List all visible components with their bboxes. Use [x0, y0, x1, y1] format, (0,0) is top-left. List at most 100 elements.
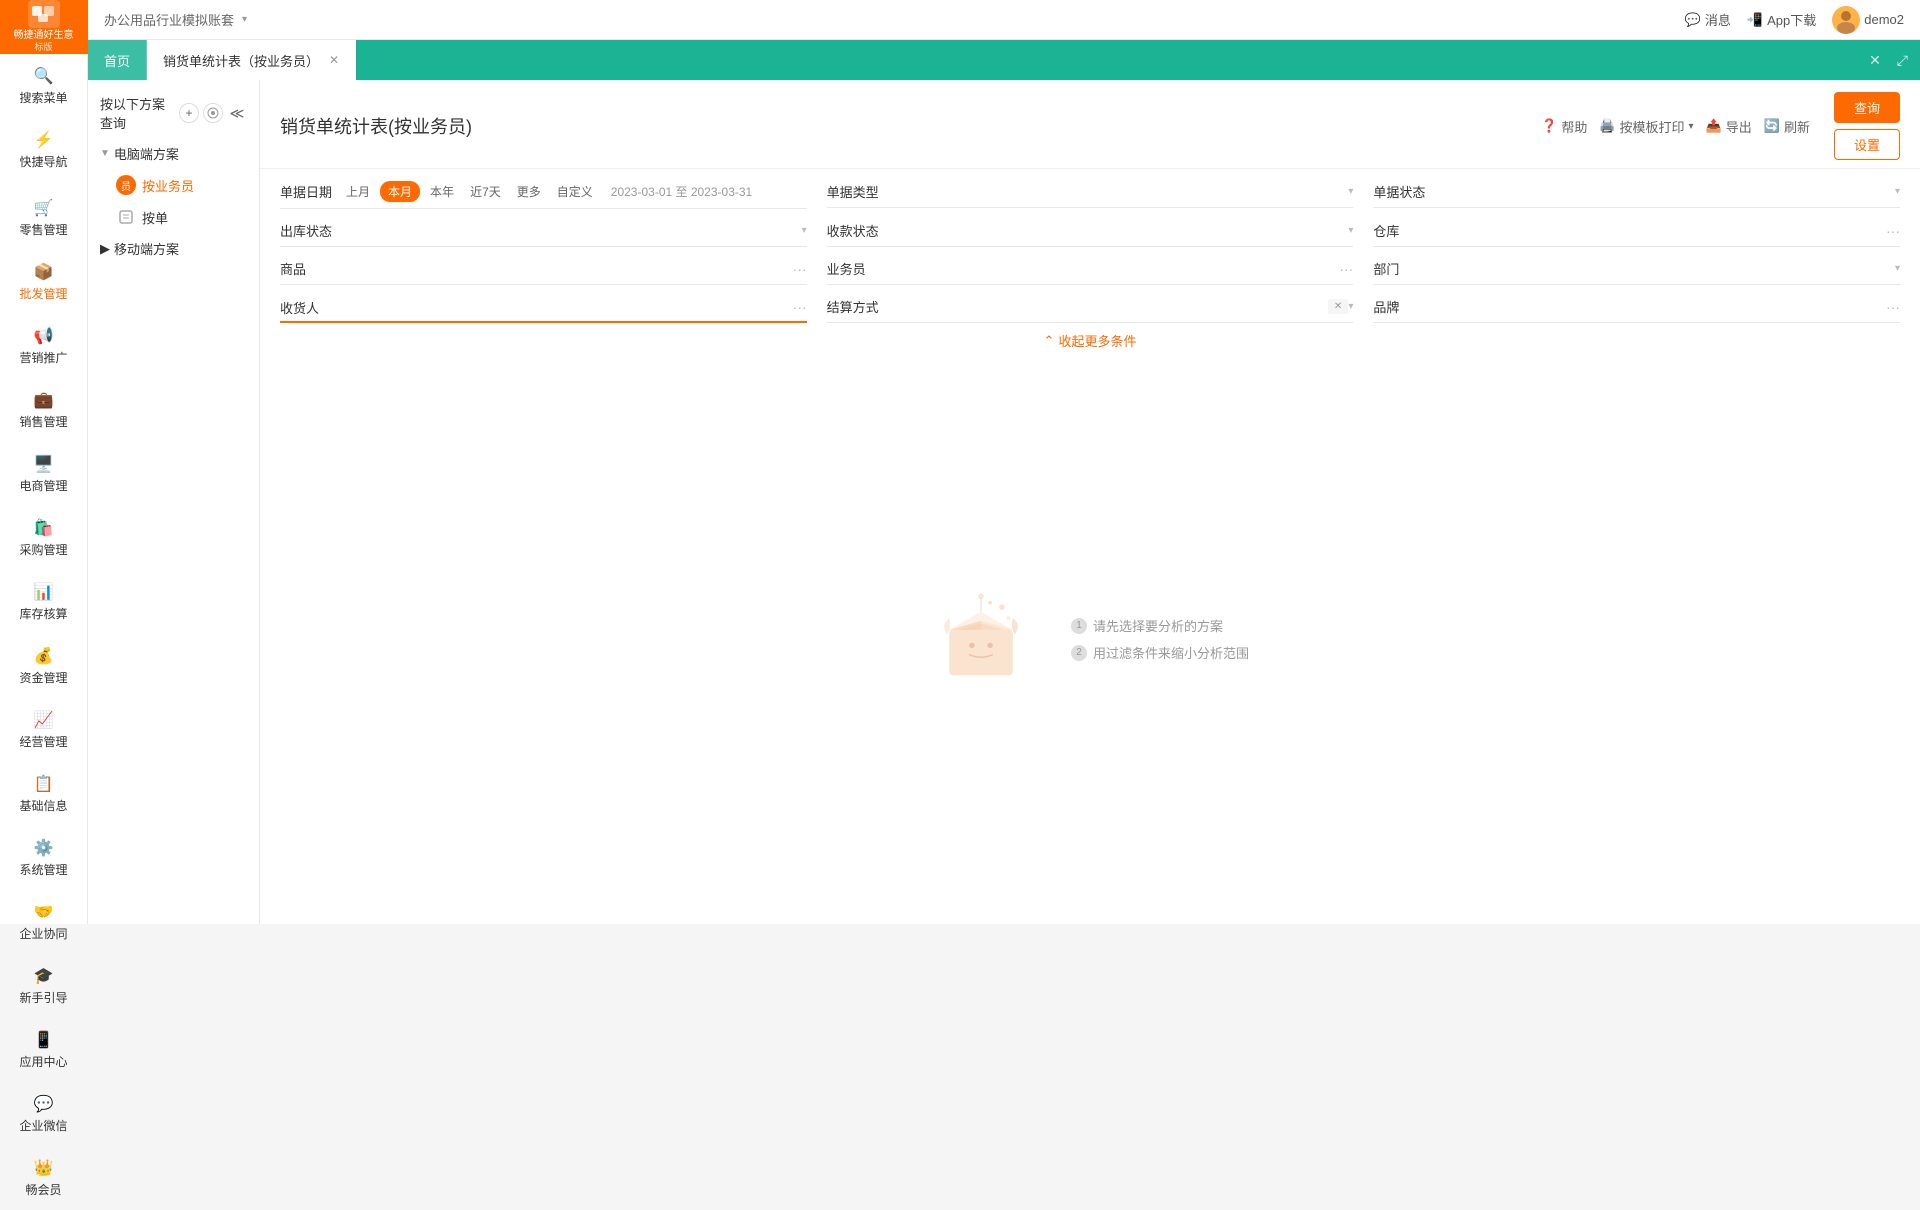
tab-close-btn[interactable]: ✕: [329, 53, 339, 67]
brand-more-btn[interactable]: ···: [1886, 299, 1900, 315]
app-title-dropdown[interactable]: ▾: [242, 14, 247, 25]
sidebar-item-sales[interactable]: 💼 销售管理: [0, 378, 88, 442]
scheme-by-order[interactable]: 按单: [88, 201, 259, 233]
warehouse-more-btn[interactable]: ···: [1886, 223, 1900, 239]
user-profile[interactable]: demo2: [1832, 6, 1904, 34]
receipt-status-input[interactable]: [887, 223, 1349, 238]
query-button[interactable]: 查询: [1834, 92, 1900, 123]
sidebar-item-finance[interactable]: 💰 资金管理: [0, 634, 88, 698]
consignee-filter: 收货人 ···: [280, 298, 807, 323]
app-title: 办公用品行业模拟账套: [104, 10, 234, 29]
empty-tip-2: 2 用过滤条件来缩小分析范围: [1071, 643, 1249, 662]
doc-status-input[interactable]: [1433, 184, 1895, 199]
message-btn[interactable]: 💬 消息: [1685, 10, 1731, 29]
sidebar-item-quick[interactable]: ⚡ 快捷导航: [0, 118, 88, 182]
sidebar-item-retail[interactable]: 🛒 零售管理: [0, 186, 88, 250]
print-btn[interactable]: 🖨️ 按模板打印 ▾: [1599, 117, 1693, 136]
export-btn[interactable]: 📤 导出: [1706, 117, 1752, 136]
query-btn-col: 查询 设置: [1834, 92, 1900, 160]
right-panel: 销货单统计表(按业务员) ❓ 帮助 🖨️ 按模板打印 ▾ 📤 导出: [260, 80, 1920, 924]
page-title-actions: ❓ 帮助 🖨️ 按模板打印 ▾ 📤 导出 🔄 刷新: [1541, 92, 1900, 160]
receipt-status-arrow[interactable]: ▾: [1348, 225, 1353, 236]
doc-status-label: 单据状态: [1373, 182, 1425, 201]
add-scheme-btn[interactable]: +: [179, 103, 199, 123]
settlement-clear-x[interactable]: ✕: [1334, 301, 1342, 312]
tab-home[interactable]: 首页: [88, 40, 147, 80]
sidebar-item-app-center[interactable]: 📱 应用中心: [0, 1018, 88, 1082]
tab-sales-stat-label: 销货单统计表（按业务员）: [163, 51, 319, 70]
salesperson-input[interactable]: [883, 261, 1340, 276]
logo-text: 畅捷通好生意标版: [14, 30, 74, 54]
brand-input[interactable]: [1429, 299, 1886, 314]
salesperson-label: 业务员: [827, 259, 875, 278]
sidebar-item-wholesale-label: 批发管理: [19, 285, 67, 302]
date-filter-label: 单据日期: [280, 182, 332, 201]
consignee-label: 收货人: [280, 298, 328, 317]
department-input[interactable]: [1429, 261, 1895, 276]
date-tab-more[interactable]: 更多: [511, 181, 547, 202]
out-status-input[interactable]: [340, 223, 802, 238]
collapse-more-btn[interactable]: ⌃ 收起更多条件: [280, 323, 1900, 354]
goods-more-btn[interactable]: ···: [793, 261, 807, 277]
settlement-clear-btn[interactable]: ✕: [1328, 299, 1348, 314]
department-arrow[interactable]: ▾: [1895, 263, 1900, 274]
basic-icon: 📋: [34, 774, 54, 794]
date-tab-current-year[interactable]: 本年: [424, 181, 460, 202]
settings-button[interactable]: 设置: [1834, 129, 1900, 160]
consignee-more-btn[interactable]: ···: [793, 299, 807, 315]
sidebar-item-purchase[interactable]: 🛍️ 采购管理: [0, 506, 88, 570]
print-arrow: ▾: [1689, 121, 1694, 132]
sidebar-item-enterprise-wechat[interactable]: 💬 企业微信: [0, 1082, 88, 1146]
doc-type-arrow[interactable]: ▾: [1348, 186, 1353, 197]
doc-status-arrow[interactable]: ▾: [1895, 186, 1900, 197]
filter-row-4: 收货人 ··· 结算方式 ✕ ▾ 品牌: [280, 297, 1900, 323]
search-icon: 🔍: [34, 66, 54, 86]
date-tab-last-month[interactable]: 上月: [340, 181, 376, 202]
salesperson-scheme-icon-text: 员: [121, 178, 131, 193]
sidebar-item-wholesale[interactable]: 📦 批发管理: [0, 250, 88, 314]
sidebar-item-ecommerce[interactable]: 🖥️ 电商管理: [0, 442, 88, 506]
goods-filter: 商品 ···: [280, 259, 807, 285]
settlement-arrow[interactable]: ▾: [1348, 301, 1353, 312]
app-download-icon: 📲: [1747, 12, 1763, 28]
salesperson-more-btn[interactable]: ···: [1339, 261, 1353, 277]
goods-input[interactable]: [336, 261, 793, 276]
refresh-btn[interactable]: 🔄 刷新: [1764, 117, 1810, 136]
desktop-group-header[interactable]: ▼ 电脑端方案: [88, 138, 259, 169]
help-btn[interactable]: ❓ 帮助: [1541, 117, 1587, 136]
doc-type-input[interactable]: [887, 184, 1349, 199]
date-tab-7days[interactable]: 近7天: [464, 181, 507, 202]
enterprise-wechat-icon: 💬: [34, 1094, 54, 1114]
sidebar-item-member-label: 畅会员: [25, 1181, 61, 1198]
tab-window-close[interactable]: ✕: [1865, 48, 1885, 73]
sidebar-item-member[interactable]: 👑 畅会员: [0, 1146, 88, 1210]
doc-status-filter: 单据状态 ▾: [1373, 182, 1900, 208]
edit-scheme-btn[interactable]: [203, 103, 223, 123]
consignee-input[interactable]: [336, 300, 793, 315]
sidebar-item-marketing[interactable]: 📢 营销推广: [0, 314, 88, 378]
sidebar-item-inventory[interactable]: 📊 库存核算: [0, 570, 88, 634]
settlement-input[interactable]: [887, 299, 1328, 314]
sidebar-item-system-label: 系统管理: [19, 861, 67, 878]
cooperation-icon: 🤝: [34, 902, 54, 922]
collapse-panel-btn[interactable]: ≪: [227, 103, 247, 123]
sidebar-item-search[interactable]: 🔍 搜索菜单: [0, 54, 88, 118]
page-title-bar: 销货单统计表(按业务员) ❓ 帮助 🖨️ 按模板打印 ▾ 📤 导出: [260, 80, 1920, 169]
settlement-filter: 结算方式 ✕ ▾: [827, 297, 1354, 323]
mobile-group-header[interactable]: ▶ 移动端方案: [88, 233, 259, 264]
warehouse-input[interactable]: [1429, 223, 1886, 238]
tab-window-expand[interactable]: ⤢: [1893, 48, 1912, 73]
out-status-arrow[interactable]: ▾: [802, 225, 807, 236]
sidebar-item-operation[interactable]: 📈 经营管理: [0, 698, 88, 762]
sidebar-item-basic[interactable]: 📋 基础信息: [0, 762, 88, 826]
doc-type-label: 单据类型: [827, 182, 879, 201]
sidebar-item-cooperation[interactable]: 🤝 企业协同: [0, 890, 88, 954]
date-tab-current-month[interactable]: 本月: [380, 181, 420, 202]
tab-sales-stat[interactable]: 销货单统计表（按业务员） ✕: [147, 40, 356, 80]
scheme-by-salesperson[interactable]: 员 按业务员: [88, 169, 259, 201]
app-download-btn[interactable]: 📲 App下载: [1747, 10, 1816, 29]
sidebar-item-newbie[interactable]: 🎓 新手引导: [0, 954, 88, 1018]
mobile-group-triangle: ▶: [100, 241, 110, 257]
sidebar-item-system[interactable]: ⚙️ 系统管理: [0, 826, 88, 890]
date-tab-custom[interactable]: 自定义: [551, 181, 599, 202]
